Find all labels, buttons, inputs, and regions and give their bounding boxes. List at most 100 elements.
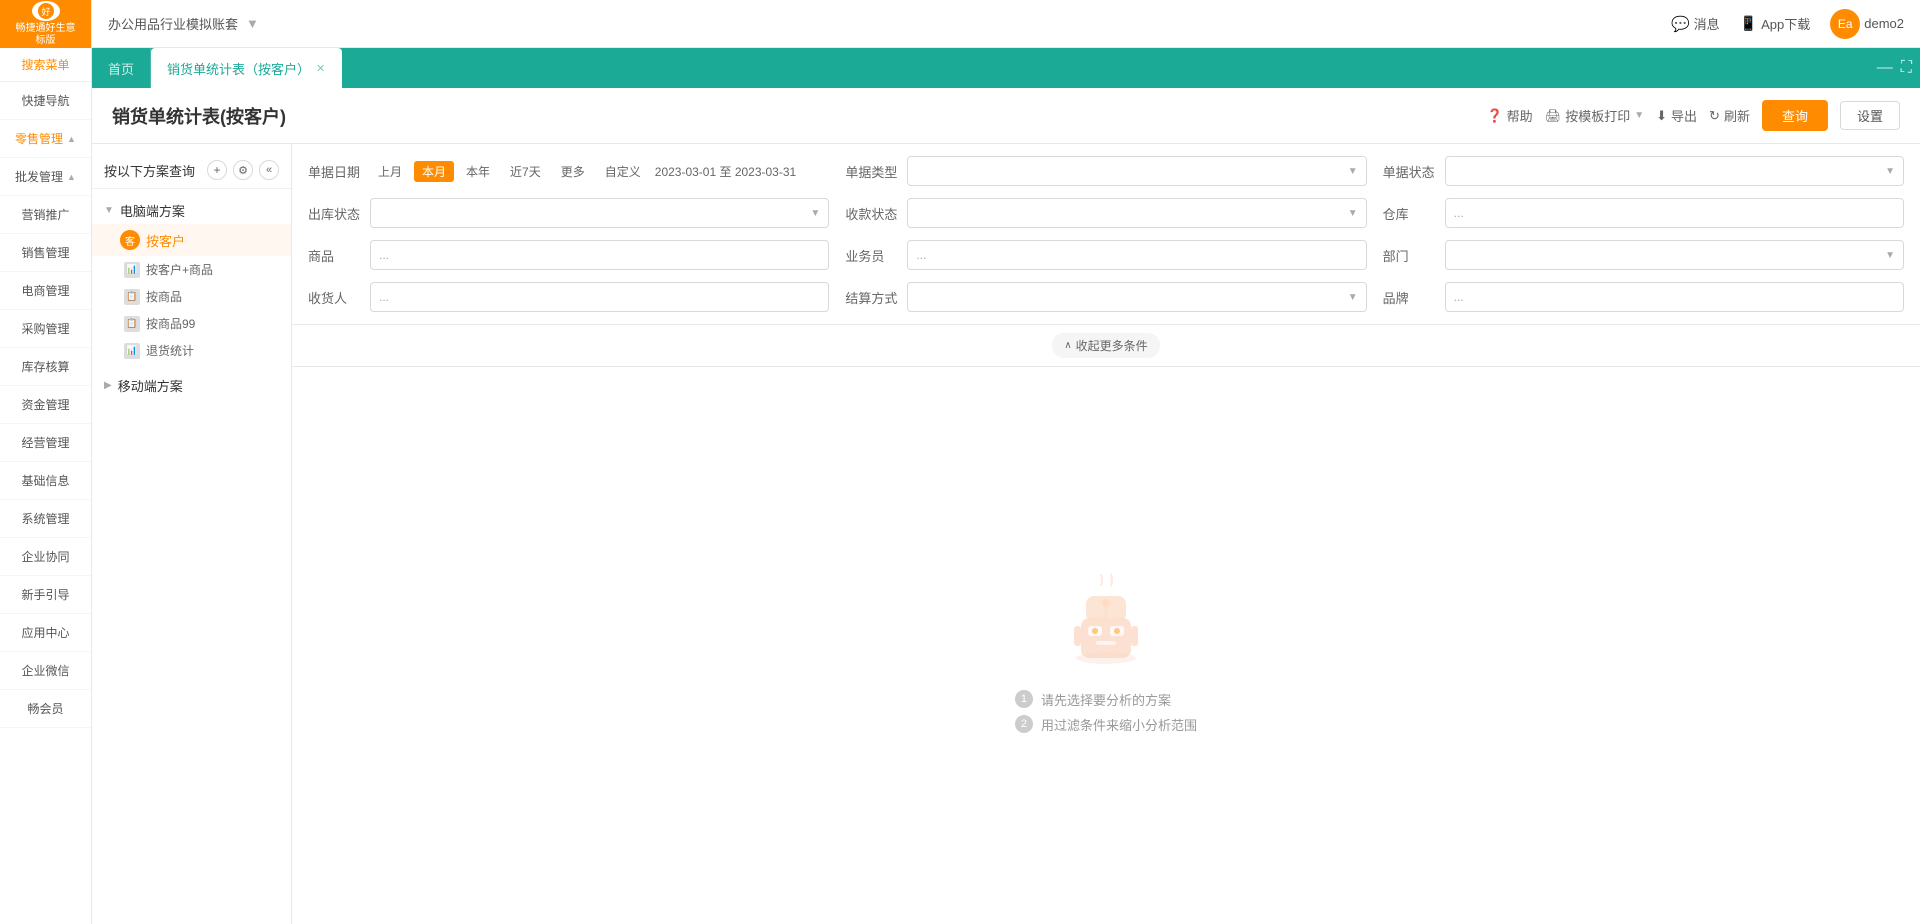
refresh-action[interactable]: ↻ 刷新 [1709,106,1750,125]
doc-status-chevron-icon: ▼ [1885,166,1895,177]
scheme-tree: ▼ 电脑端方案 客 按客户 📊 按客户+商品 � [92,189,291,407]
sidebar-search[interactable]: 搜索菜单 [0,48,91,82]
doc-type-select[interactable]: ▼ [907,156,1366,186]
warehouse-label: 仓库 [1383,204,1439,223]
tab-sales-stats[interactable]: 销货单统计表（按客户） ✕ [151,48,342,88]
page-title: 销货单统计表(按客户) [112,103,286,129]
settings-button[interactable]: 设置 [1840,101,1900,130]
query-button[interactable]: 查询 [1762,100,1828,131]
scheme-add-btn[interactable]: + [207,160,227,180]
industry-selector-label: 办公用品行业模拟账套 [108,14,238,33]
out-status-select[interactable]: ▼ [370,198,829,228]
collapse-bar[interactable]: ∧ 收起更多条件 [292,325,1920,367]
wholesale-arrow-icon: ▲ [67,172,76,182]
sidebar-item-ecommerce[interactable]: 电商管理 [0,272,91,310]
sidebar-item-newcomer[interactable]: 新手引导 [0,576,91,614]
user-item[interactable]: Ea demo2 [1830,9,1904,39]
empty-hint-2: 2 用过滤条件来缩小分析范围 [1015,715,1197,734]
sidebar-item-operations[interactable]: 经营管理 [0,424,91,462]
app-download-item[interactable]: 📱 App下载 [1740,14,1811,33]
sidebar-item-retail[interactable]: 零售管理 ▲ [0,120,91,158]
tab-bar-actions: — ⛶ [1877,59,1920,77]
bar-chart-icon: 📊 [124,343,140,359]
scheme-item-by-goods[interactable]: 📋 按商品 [92,283,291,310]
doc-type-label: 单据类型 [845,162,901,181]
sidebar-item-purchase[interactable]: 采购管理 [0,310,91,348]
pc-group-label: 电脑端方案 [120,201,185,220]
payment-status-chevron-icon: ▼ [1348,208,1358,219]
date-tab-custom[interactable]: 自定义 [597,161,649,182]
payment-status-select[interactable]: ▼ [907,198,1366,228]
industry-dropdown-icon[interactable]: ▼ [246,16,259,31]
tab-home[interactable]: 首页 [92,48,151,88]
doc-status-select[interactable]: ▼ [1445,156,1904,186]
warehouse-select[interactable]: ... [1445,198,1904,228]
sidebar-item-enterprise[interactable]: 企业协同 [0,538,91,576]
brand-select[interactable]: ... [1445,282,1904,312]
sidebar-item-quick-nav[interactable]: 快捷导航 [0,82,91,120]
recipient-label: 收货人 [308,288,364,307]
date-tab-this-month[interactable]: 本月 [414,161,454,182]
empty-illustration [1046,558,1166,678]
date-range-text: 2023-03-01 至 2023-03-31 [655,163,796,180]
scheme-item-by-customer-goods[interactable]: 📊 按客户+商品 [92,256,291,283]
scheme-item-return-stats-label: 退货统计 [146,342,194,359]
sidebar-item-system[interactable]: 系统管理 [0,500,91,538]
filter-recipient-item: 收货人 ... [308,282,829,312]
message-label: 消息 [1694,14,1720,33]
scheme-item-by-customer[interactable]: 客 按客户 [92,224,291,256]
sidebar-item-wholesale[interactable]: 批发管理 ▲ [0,158,91,196]
payment-method-chevron-icon: ▼ [1348,292,1358,303]
sidebar-item-app-center[interactable]: 应用中心 [0,614,91,652]
payment-method-select[interactable]: ▼ [907,282,1366,312]
sidebar-item-sales[interactable]: 销售管理 [0,234,91,272]
salesperson-select[interactable]: ... [907,240,1366,270]
tab-minimize-icon[interactable]: — [1877,59,1893,77]
content-area: 按以下方案查询 + ⚙ « ▼ [92,144,1920,924]
hint-num-1: 1 [1015,690,1033,708]
doc-type-chevron-icon: ▼ [1348,166,1358,177]
scheme-item-by-goods-99-label: 按商品99 [146,315,195,332]
hint-num-2: 2 [1015,715,1033,733]
scheme-panel-title: 按以下方案查询 [104,161,195,180]
recipient-select[interactable]: ... [370,282,829,312]
sidebar-item-enterprise-wechat[interactable]: 企业微信 [0,652,91,690]
scheme-settings-btn[interactable]: ⚙ [233,160,253,180]
sidebar-item-basic-info[interactable]: 基础信息 [0,462,91,500]
scheme-panel: 按以下方案查询 + ⚙ « ▼ [92,144,292,924]
scheme-item-return-stats[interactable]: 📊 退货统计 [92,337,291,364]
print-icon: 🖨 [1545,108,1562,124]
pc-group-chevron-icon: ▼ [104,205,114,216]
date-tab-7days[interactable]: 近7天 [502,161,549,182]
svg-text:好: 好 [41,6,50,17]
dept-select[interactable]: ▼ [1445,240,1904,270]
scheme-group-mobile-header[interactable]: ▶ 移动端方案 [92,372,291,399]
sidebar-item-inventory[interactable]: 库存核算 [0,348,91,386]
export-action[interactable]: ⬇ 导出 [1656,106,1697,125]
tab-home-label: 首页 [108,59,134,78]
sidebar-item-marketing[interactable]: 营销推广 [0,196,91,234]
table2-icon: 📋 [124,316,140,332]
scheme-collapse-btn[interactable]: « [259,160,279,180]
header-left: 办公用品行业模拟账套 ▼ [108,14,259,33]
sidebar-item-vip[interactable]: 畅会员 [0,690,91,728]
chart-icon: 📊 [124,262,140,278]
scheme-group-pc-header[interactable]: ▼ 电脑端方案 [92,197,291,224]
sidebar-item-finance[interactable]: 资金管理 [0,386,91,424]
date-tab-this-year[interactable]: 本年 [458,161,498,182]
help-action[interactable]: ❓ 帮助 [1486,106,1532,125]
tab-maximize-icon[interactable]: ⛶ [1901,59,1912,77]
recipient-placeholder: ... [379,290,389,304]
goods-select[interactable]: ... [370,240,829,270]
tab-close-icon[interactable]: ✕ [316,62,325,75]
date-tab-more[interactable]: 更多 [553,161,593,182]
message-item[interactable]: 💬 消息 [1671,14,1720,33]
page-actions: ❓ 帮助 🖨 按模板打印 ▼ ⬇ 导出 ↻ 刷新 查询 设置 [1486,100,1900,131]
filter-dept-item: 部门 ▼ [1383,240,1904,270]
date-tab-last-month[interactable]: 上月 [370,161,410,182]
print-arrow-icon: ▼ [1634,110,1644,121]
collapse-button[interactable]: ∧ 收起更多条件 [1052,333,1159,358]
refresh-icon: ↻ [1709,108,1720,124]
scheme-item-by-goods-99[interactable]: 📋 按商品99 [92,310,291,337]
print-action[interactable]: 🖨 按模板打印 ▼ [1545,106,1644,125]
